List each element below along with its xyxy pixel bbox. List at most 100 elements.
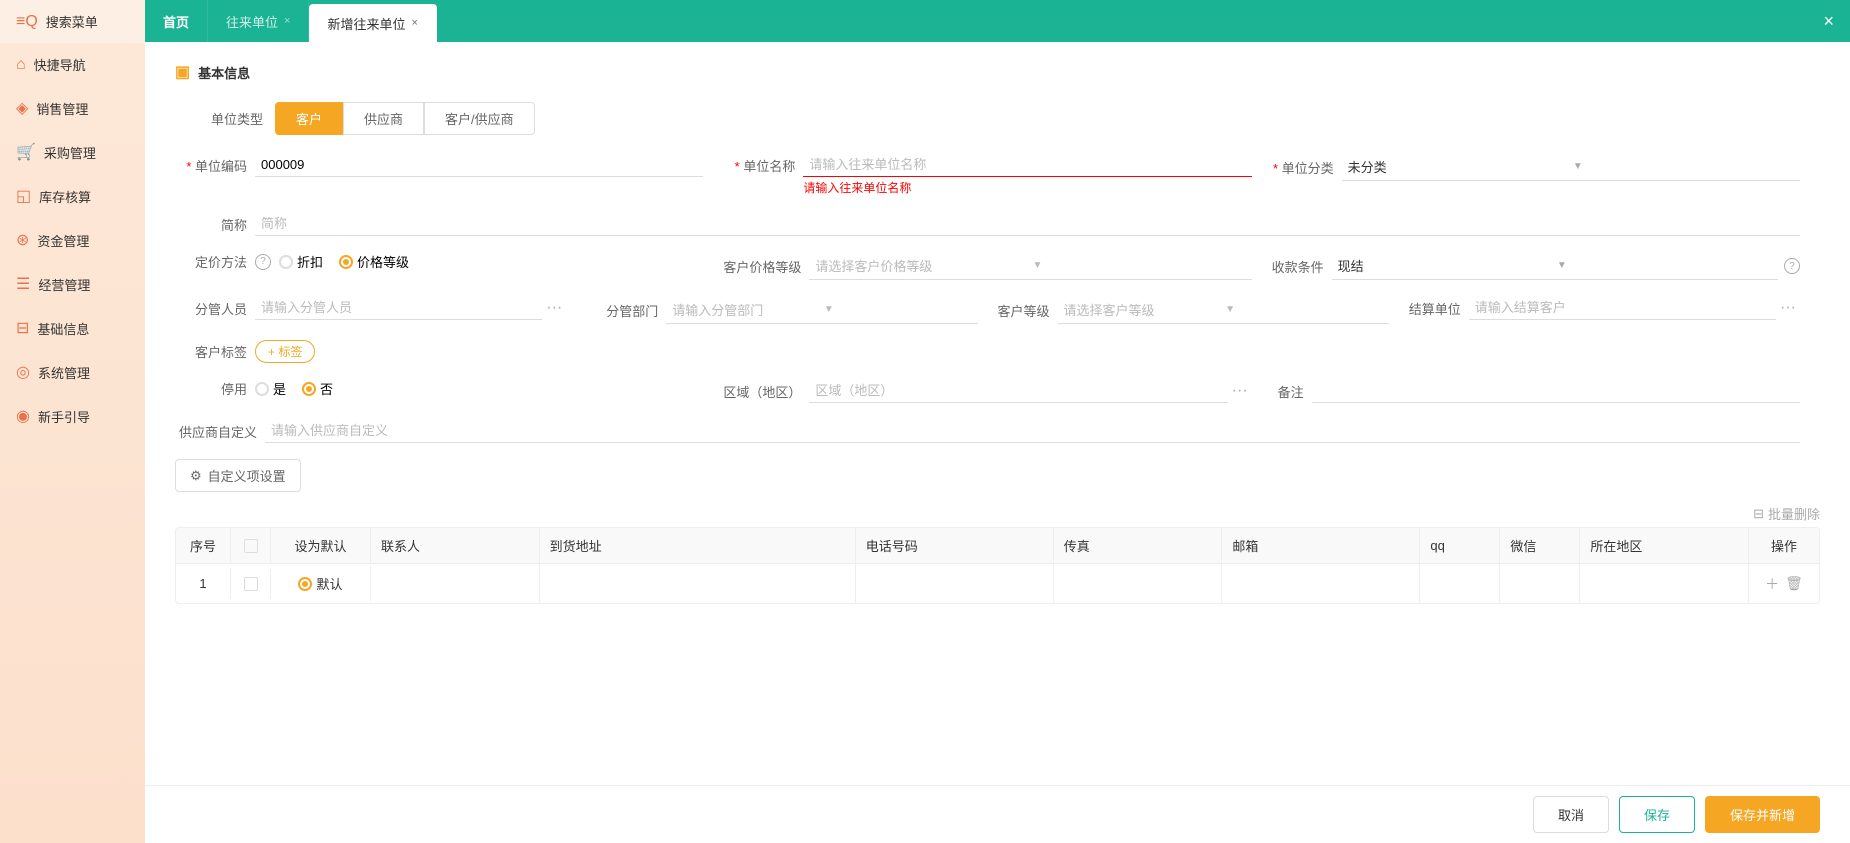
- form-group-supplier-custom: 供应商自定义: [175, 419, 1800, 443]
- form-group-region: 区域（地区） ···: [723, 379, 1251, 403]
- row-qq[interactable]: [1420, 564, 1500, 603]
- unit-type-both-button[interactable]: 客户/供应商: [424, 102, 535, 135]
- row-checkbox[interactable]: [244, 577, 258, 591]
- window-close-icon[interactable]: ×: [1823, 12, 1834, 30]
- row-add-icon[interactable]: ＋: [1765, 574, 1779, 594]
- row-contact[interactable]: [371, 564, 540, 603]
- unit-type-label: 单位类型: [175, 109, 275, 128]
- pricing-help-icon[interactable]: ?: [255, 254, 271, 270]
- sidebar-item-nav[interactable]: ⌂ 快捷导航: [0, 43, 145, 86]
- unit-code-label: 单位编码: [175, 156, 255, 175]
- settlement-unit-more-icon[interactable]: ···: [1776, 299, 1800, 317]
- tab-bar: 首页 往来单位 × 新增往来单位 × ×: [145, 0, 1850, 42]
- tab-new[interactable]: 新增往来单位 ×: [309, 4, 436, 42]
- row-addr[interactable]: [540, 564, 856, 603]
- row-wx[interactable]: [1500, 564, 1580, 603]
- save-new-button[interactable]: 保存并新增: [1705, 796, 1820, 833]
- sidebar-item-operation[interactable]: ☰ 经营管理: [0, 262, 145, 306]
- chevron-down-icon: ▼: [1225, 304, 1383, 315]
- sidebar-item-basic[interactable]: ⊟ 基础信息: [0, 306, 145, 350]
- region-row-input[interactable]: [1590, 572, 1738, 595]
- unit-type-customer-button[interactable]: 客户: [275, 102, 343, 135]
- manager-input[interactable]: [255, 296, 542, 320]
- th-qq: qq: [1420, 528, 1500, 563]
- contact-table: 序号 设为默认 联系人 到货地址 电话号码 传真 邮箱 qq 微信 所在地区 操…: [175, 527, 1820, 604]
- sidebar-item-label: 经营管理: [38, 275, 90, 294]
- radio-discount[interactable]: 折扣: [279, 252, 323, 271]
- note-input[interactable]: [1312, 379, 1800, 403]
- tab-new-close-icon[interactable]: ×: [411, 17, 417, 29]
- sidebar-item-inventory[interactable]: ◱ 库存核算: [0, 174, 145, 218]
- radio-yes[interactable]: 是: [255, 379, 286, 398]
- region-more-icon[interactable]: ···: [1228, 382, 1252, 400]
- unit-name-label: 单位名称: [723, 156, 803, 175]
- row-region[interactable]: [1580, 564, 1749, 603]
- form-row-1: 单位编码 单位名称 请输入往来单位名称 单位分类 未分类 ▼: [175, 153, 1820, 196]
- manager-more-icon[interactable]: ···: [542, 299, 566, 317]
- sidebar-item-search[interactable]: ≡Q 搜索菜单: [0, 0, 145, 43]
- row-tel[interactable]: [856, 564, 1054, 603]
- tab-list-close-icon[interactable]: ×: [284, 15, 290, 27]
- purchase-icon: 🛒: [16, 142, 36, 162]
- sidebar-item-sales[interactable]: ◈ 销售管理: [0, 86, 145, 130]
- unit-category-select[interactable]: 未分类 ▼: [1342, 153, 1800, 181]
- select-all-checkbox[interactable]: [244, 539, 258, 553]
- home-icon: ⌂: [16, 56, 26, 74]
- email-input[interactable]: [1232, 572, 1409, 595]
- sales-icon: ◈: [16, 98, 28, 118]
- cancel-button[interactable]: 取消: [1533, 796, 1609, 833]
- sidebar-item-purchase[interactable]: 🛒 采购管理: [0, 130, 145, 174]
- radio-circle-discount: [279, 255, 293, 269]
- department-select[interactable]: 请输入分管部门 ▼: [666, 296, 977, 324]
- operation-icon: ☰: [16, 274, 30, 294]
- sidebar-item-label: 搜索菜单: [46, 12, 98, 31]
- row-default[interactable]: 默认: [271, 566, 371, 601]
- payment-terms-label: 收款条件: [1272, 257, 1332, 276]
- department-label: 分管部门: [586, 301, 666, 320]
- fax-input[interactable]: [1064, 572, 1212, 595]
- row-email[interactable]: [1222, 564, 1420, 603]
- add-tag-button[interactable]: + 标签: [255, 340, 315, 363]
- gear-icon: ⚙: [190, 468, 202, 484]
- contact-input[interactable]: [381, 572, 529, 595]
- radio-circle-no: [302, 382, 316, 396]
- region-input[interactable]: [809, 379, 1227, 403]
- radio-default[interactable]: 默认: [298, 574, 342, 593]
- form-row-tags: 客户标签 + 标签: [175, 340, 1820, 363]
- payment-terms-select[interactable]: 现结 ▼: [1332, 252, 1778, 280]
- tel-input[interactable]: [866, 572, 1043, 595]
- batch-delete-button[interactable]: ⊟ 批量删除: [175, 504, 1820, 523]
- form-group-unit-code: 单位编码: [175, 153, 703, 177]
- radio-price-level[interactable]: 价格等级: [339, 252, 409, 271]
- radio-dot-price-level: [343, 259, 349, 265]
- short-name-input[interactable]: [255, 212, 1800, 236]
- customer-price-level-select[interactable]: 请选择客户价格等级 ▼: [809, 252, 1251, 280]
- th-check[interactable]: [231, 528, 271, 563]
- manager-label: 分管人员: [175, 299, 255, 318]
- form-row-disabled: 停用 是 否 区域（地区） ···: [175, 379, 1820, 403]
- unit-type-supplier-button[interactable]: 供应商: [343, 102, 424, 135]
- row-check[interactable]: [231, 569, 271, 599]
- addr-input[interactable]: [550, 572, 845, 595]
- save-button[interactable]: 保存: [1619, 796, 1695, 833]
- sidebar-item-finance[interactable]: ⊛ 资金管理: [0, 218, 145, 262]
- radio-no[interactable]: 否: [302, 379, 333, 398]
- tab-list[interactable]: 往来单位 ×: [208, 0, 309, 42]
- system-icon: ◎: [16, 362, 30, 382]
- radio-yes-label: 是: [273, 379, 286, 398]
- custom-settings-button[interactable]: ⚙ 自定义项设置: [175, 459, 301, 492]
- tab-home[interactable]: 首页: [145, 0, 208, 42]
- unit-name-input[interactable]: [803, 153, 1251, 177]
- supplier-custom-input[interactable]: [265, 419, 1800, 443]
- sidebar-item-system[interactable]: ◎ 系统管理: [0, 350, 145, 394]
- settlement-unit-input[interactable]: [1469, 296, 1776, 320]
- section-icon: ▣: [175, 62, 190, 82]
- unit-code-input[interactable]: [255, 153, 703, 177]
- payment-terms-help-icon[interactable]: ?: [1784, 258, 1800, 274]
- pricing-radio-group: 折扣 价格等级: [279, 252, 409, 271]
- row-fax[interactable]: [1054, 564, 1223, 603]
- sidebar-item-guide[interactable]: ◉ 新手引导: [0, 394, 145, 438]
- customer-level-select[interactable]: 请选择客户等级 ▼: [1058, 296, 1389, 324]
- row-delete-icon[interactable]: 🗑: [1785, 575, 1803, 592]
- th-ops: 操作: [1749, 528, 1819, 563]
